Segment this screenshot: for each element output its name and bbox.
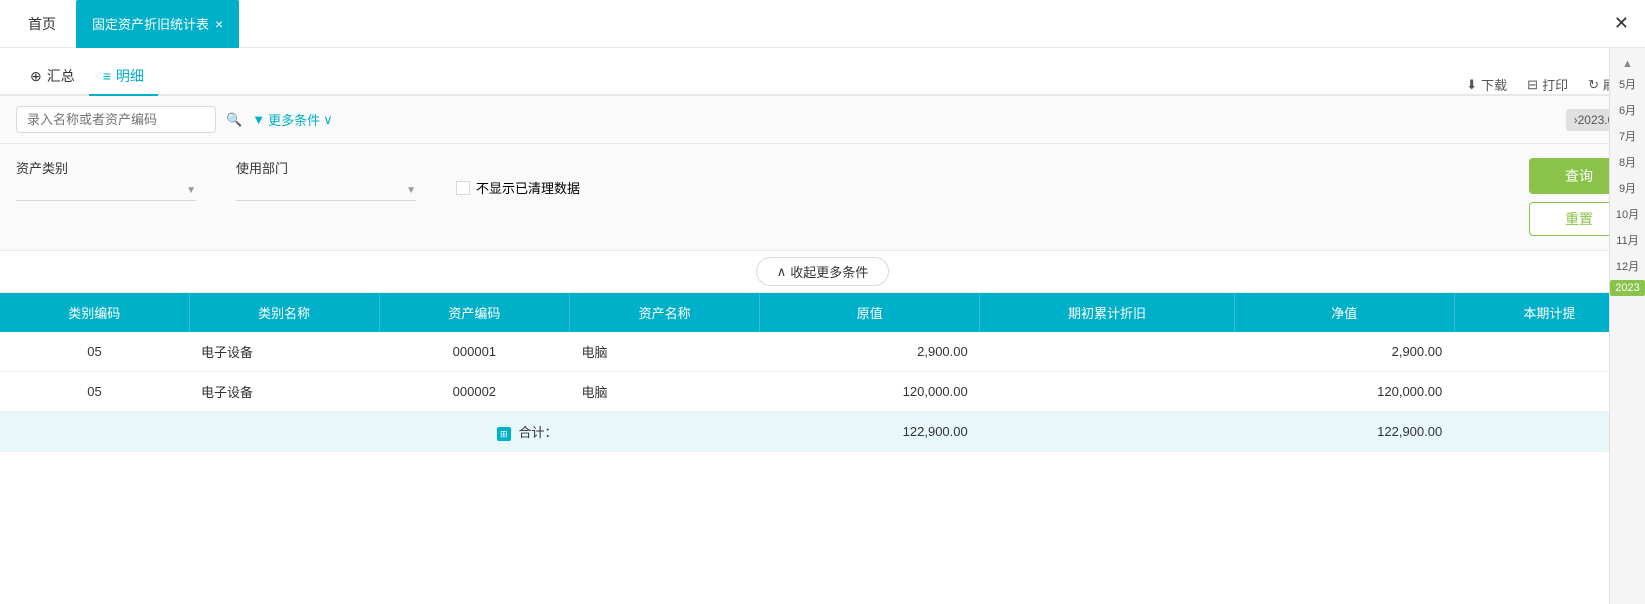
right-month-panel: ▲ 5月 6月 7月 8月 9月 10月 11月 12月 2023 (1609, 48, 1645, 604)
summary-icon: ⊞ (497, 427, 511, 441)
tab-label: 固定资产折旧统计表 (92, 14, 209, 33)
scroll-up-icon[interactable]: ▲ (1622, 58, 1633, 70)
download-button[interactable]: ⬇ 下载 (1466, 75, 1507, 94)
collapse-label: 收起更多条件 (790, 262, 868, 281)
col-type-name: 类别名称 (189, 293, 379, 332)
summary-row: ⊞ 合计： 122,900.00 122,900.00 (0, 412, 1645, 452)
month-12[interactable]: 12月 (1610, 254, 1645, 278)
month-10[interactable]: 10月 (1610, 202, 1645, 226)
asset-table: 类别编码 类别名称 资产编码 资产名称 原值 期初累计折旧 净值 本期计提 05… (0, 293, 1645, 452)
download-label: 下载 (1481, 75, 1507, 94)
summary-accum-depr (980, 412, 1234, 452)
cell-accum-depr (980, 332, 1234, 372)
table-row: 05 电子设备 000001 电脑 2,900.00 2,900.00 (0, 332, 1645, 372)
col-asset-name: 资产名称 (569, 293, 759, 332)
hide-cleared-label: 不显示已清理数据 (476, 178, 580, 197)
refresh-icon: ↻ (1588, 77, 1599, 93)
chevron-down-icon: ∨ (323, 112, 333, 128)
cell-asset-code: 000001 (379, 332, 569, 372)
cell-type-name: 电子设备 (189, 372, 379, 412)
asset-type-select[interactable]: ▼ (16, 181, 196, 201)
month-8[interactable]: 8月 (1610, 150, 1645, 174)
collapse-button[interactable]: ∧ 收起更多条件 (756, 257, 890, 286)
cell-net-value: 2,900.00 (1234, 332, 1454, 372)
data-table-container: 类别编码 类别名称 资产编码 资产名称 原值 期初累计折旧 净值 本期计提 05… (0, 293, 1645, 604)
month-11[interactable]: 11月 (1610, 228, 1645, 252)
tab-close-icon[interactable]: × (215, 16, 223, 32)
month-9[interactable]: 9月 (1610, 176, 1645, 200)
month-7[interactable]: 7月 (1610, 124, 1645, 148)
month-6[interactable]: 6月 (1610, 98, 1645, 122)
dept-filter: 使用部门 ▼ (236, 158, 436, 201)
tab-summary[interactable]: ⊕ 汇总 (16, 58, 89, 96)
hide-cleared-checkbox[interactable] (456, 181, 470, 195)
col-original-value: 原值 (760, 293, 980, 332)
print-label: 打印 (1542, 75, 1568, 94)
window-close-icon[interactable]: ✕ (1614, 13, 1629, 34)
filter-icon: ▼ (252, 112, 265, 127)
tab-detail[interactable]: ≡ 明细 (89, 58, 158, 96)
cell-original-value: 120,000.00 (760, 372, 980, 412)
filter-label: 更多条件 (268, 110, 320, 129)
summary-asset-name (569, 412, 759, 452)
summary-icon: ⊕ (30, 68, 42, 85)
dept-label: 使用部门 (236, 158, 436, 177)
download-icon: ⬇ (1466, 77, 1477, 93)
cell-original-value: 2,900.00 (760, 332, 980, 372)
dept-arrow-icon: ▼ (406, 185, 416, 196)
col-net-value: 净值 (1234, 293, 1454, 332)
print-icon: ⊟ (1527, 77, 1538, 93)
cell-type-code: 05 (0, 372, 189, 412)
cell-accum-depr (980, 372, 1234, 412)
table-row: 05 电子设备 000002 电脑 120,000.00 120,000.00 (0, 372, 1645, 412)
tab-detail-label: 明细 (116, 66, 144, 86)
asset-type-label: 资产类别 (16, 158, 216, 177)
asset-type-filter: 资产类别 ▼ (16, 158, 216, 201)
search-icon[interactable]: 🔍 (226, 112, 242, 128)
current-year-badge[interactable]: 2023 (1610, 280, 1645, 296)
dept-select[interactable]: ▼ (236, 181, 416, 201)
month-5[interactable]: 5月 (1610, 72, 1645, 96)
asset-type-arrow-icon: ▼ (186, 185, 196, 196)
cell-net-value: 120,000.00 (1234, 372, 1454, 412)
tab-summary-label: 汇总 (47, 66, 75, 86)
active-tab[interactable]: 固定资产折旧统计表 × (76, 0, 239, 48)
cell-type-name: 电子设备 (189, 332, 379, 372)
print-button[interactable]: ⊟ 打印 (1527, 75, 1568, 94)
summary-label: 合计： (518, 425, 557, 440)
cell-asset-name: 电脑 (569, 372, 759, 412)
search-input[interactable] (16, 106, 216, 133)
summary-original-value: 122,900.00 (760, 412, 980, 452)
cell-asset-code: 000002 (379, 372, 569, 412)
col-asset-code: 资产编码 (379, 293, 569, 332)
more-filter-button[interactable]: ▼ 更多条件 ∨ (252, 110, 332, 129)
summary-net-value: 122,900.00 (1234, 412, 1454, 452)
summary-label-cell: ⊞ 合计： (0, 412, 569, 452)
collapse-icon: ∧ (777, 264, 787, 280)
col-type-code: 类别编码 (0, 293, 189, 332)
col-accum-depr: 期初累计折旧 (980, 293, 1234, 332)
cell-asset-name: 电脑 (569, 332, 759, 372)
hide-cleared-area: 不显示已清理数据 (456, 178, 580, 197)
detail-icon: ≡ (103, 68, 111, 84)
home-tab[interactable]: 首页 (16, 14, 68, 34)
cell-type-code: 05 (0, 332, 189, 372)
